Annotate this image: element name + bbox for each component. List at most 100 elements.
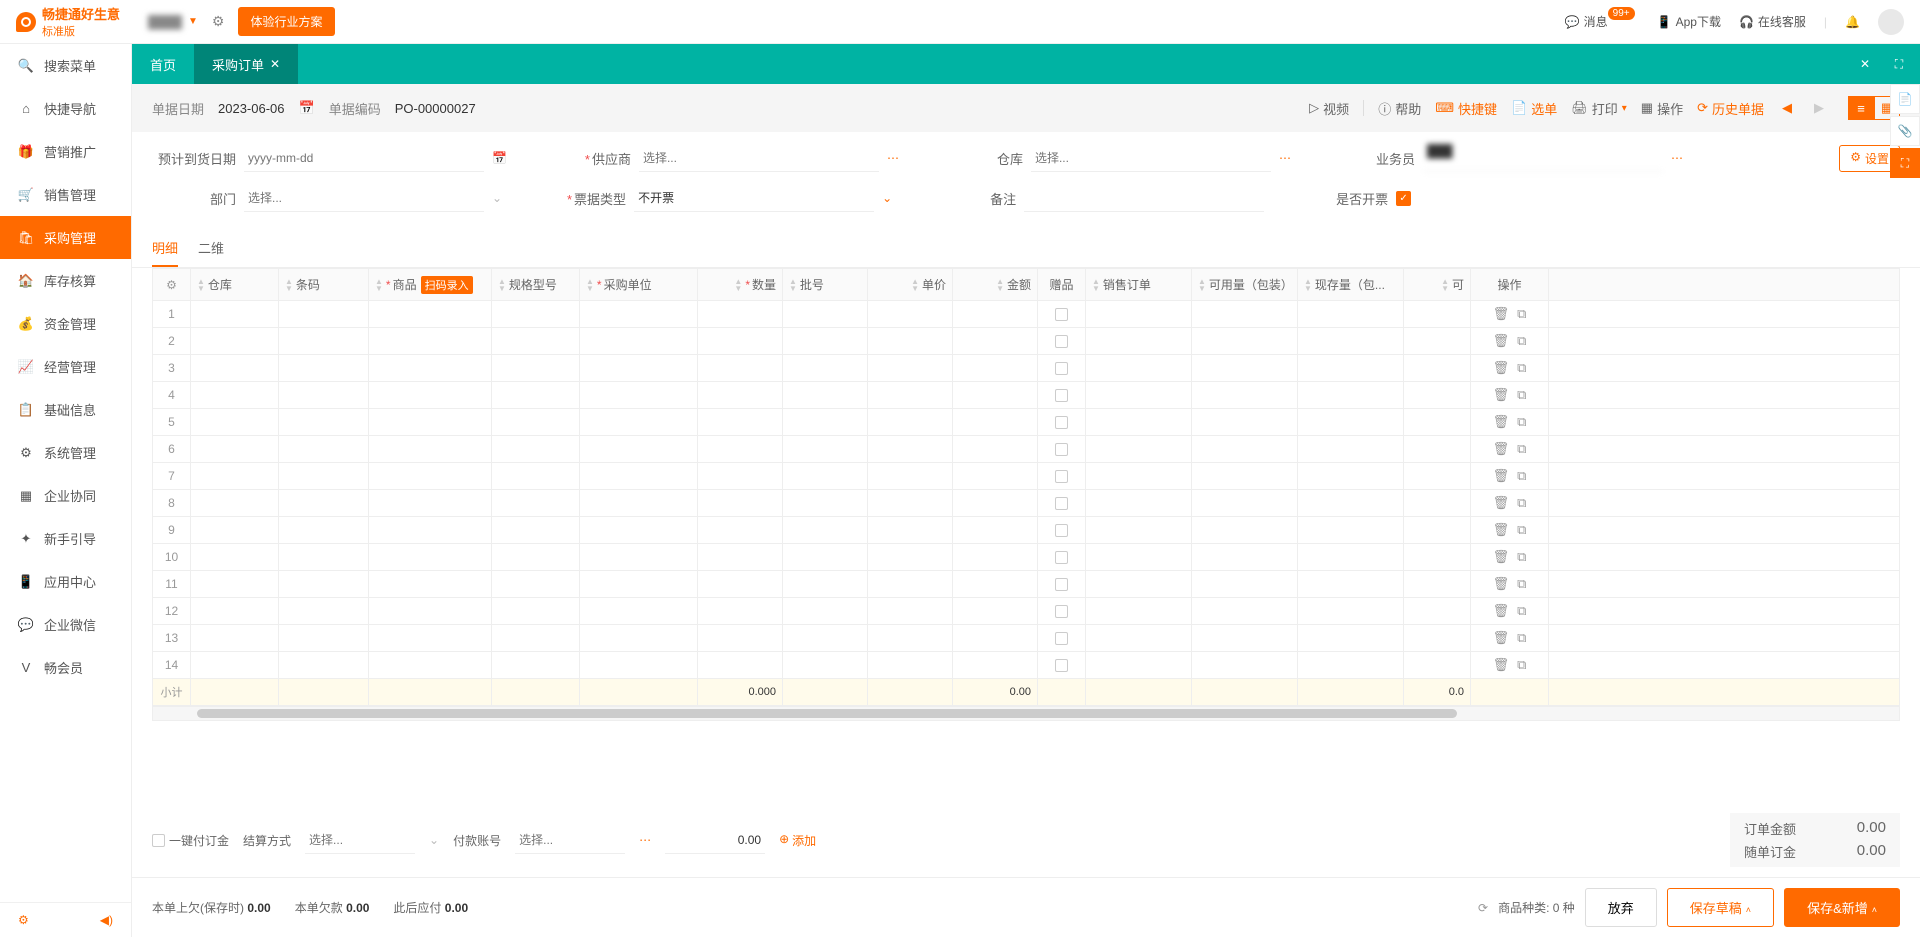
more-icon[interactable]: ⋯ <box>887 151 899 165</box>
tenant-settings-icon[interactable]: ⚙ <box>212 13 225 30</box>
table-row[interactable]: 9🗑⧉ <box>153 517 1899 544</box>
close-icon[interactable]: ✕ <box>270 57 280 71</box>
delete-row-icon[interactable]: 🗑 <box>1493 306 1510 322</box>
table-row[interactable]: 10🗑⧉ <box>153 544 1899 571</box>
delete-row-icon[interactable]: 🗑 <box>1493 603 1510 619</box>
sidebar-item-10[interactable]: ▦企业协同 <box>0 474 131 517</box>
copy-row-icon[interactable]: ⧉ <box>1517 549 1526 565</box>
col-sales-order[interactable]: ▲▼销售订单 <box>1086 269 1192 300</box>
delete-row-icon[interactable]: 🗑 <box>1493 495 1510 511</box>
refresh-icon[interactable]: ⟳ <box>1478 901 1488 915</box>
col-can[interactable]: ▲▼可 <box>1404 269 1471 300</box>
sidebar-item-13[interactable]: 💬企业微信 <box>0 603 131 646</box>
sidebar-item-9[interactable]: ⚙系统管理 <box>0 431 131 474</box>
sidebar-item-14[interactable]: V畅会员 <box>0 646 131 689</box>
help-action[interactable]: ⓘ帮助 <box>1378 99 1421 118</box>
col-price[interactable]: ▲▼单价 <box>868 269 953 300</box>
copy-row-icon[interactable]: ⧉ <box>1517 657 1526 673</box>
col-batch[interactable]: ▲▼批号 <box>783 269 868 300</box>
messages[interactable]: 💬 消息 99+ <box>1565 13 1639 30</box>
col-unit[interactable]: ▲▼*采购单位 <box>580 269 698 300</box>
table-row[interactable]: 11🗑⧉ <box>153 571 1899 598</box>
arrive-date-input[interactable] <box>244 144 484 172</box>
col-amount[interactable]: ▲▼金额 <box>953 269 1038 300</box>
chevron-down-icon[interactable]: ⌄ <box>492 191 502 205</box>
save-draft-button[interactable]: 保存草稿˄ <box>1667 888 1774 927</box>
table-row[interactable]: 13🗑⧉ <box>153 625 1899 652</box>
sidebar-item-0[interactable]: 🔍搜索菜单 <box>0 44 131 87</box>
delete-row-icon[interactable]: 🗑 <box>1493 576 1510 592</box>
col-gift[interactable]: 赠品 <box>1038 269 1086 300</box>
open-invoice-checkbox[interactable]: ✓ <box>1396 191 1411 206</box>
online-service[interactable]: 🎧在线客服 <box>1739 13 1806 30</box>
select-doc-action[interactable]: 📄选单 <box>1511 99 1557 118</box>
avatar[interactable] <box>1878 9 1904 35</box>
copy-row-icon[interactable]: ⧉ <box>1517 441 1526 457</box>
settings-gear-icon[interactable]: ⚙ <box>18 913 29 927</box>
col-barcode[interactable]: ▲▼条码 <box>279 269 369 300</box>
copy-row-icon[interactable]: ⧉ <box>1517 468 1526 484</box>
col-spec[interactable]: ▲▼规格型号 <box>492 269 580 300</box>
table-row[interactable]: 14🗑⧉ <box>153 652 1899 679</box>
copy-row-icon[interactable]: ⧉ <box>1517 603 1526 619</box>
scan-badge[interactable]: 扫码录入 <box>421 276 473 294</box>
tab-close-all-icon[interactable]: ✕ <box>1850 49 1880 79</box>
more-icon[interactable]: ⋯ <box>1279 151 1291 165</box>
sidebar-item-11[interactable]: ✦新手引导 <box>0 517 131 560</box>
add-pay-button[interactable]: ⊕添加 <box>779 832 816 849</box>
sidebar-item-12[interactable]: 📱应用中心 <box>0 560 131 603</box>
dept-select[interactable] <box>244 184 484 212</box>
warehouse-select[interactable] <box>1031 144 1271 172</box>
delete-row-icon[interactable]: 🗑 <box>1493 333 1510 349</box>
sidebar-item-2[interactable]: 🎁营销推广 <box>0 130 131 173</box>
more-icon[interactable]: ⋯ <box>639 833 651 847</box>
delete-row-icon[interactable]: 🗑 <box>1493 522 1510 538</box>
table-row[interactable]: 6🗑⧉ <box>153 436 1899 463</box>
detail-tab-lines[interactable]: 明细 <box>152 230 178 267</box>
grid-settings-icon[interactable]: ⚙ <box>153 269 191 300</box>
col-qty[interactable]: ▲▼*数量 <box>698 269 783 300</box>
col-stock[interactable]: ▲▼现存量（包... <box>1298 269 1404 300</box>
sidebar-item-8[interactable]: 📋基础信息 <box>0 388 131 431</box>
app-download[interactable]: 📱App下载 <box>1657 13 1721 30</box>
table-row[interactable]: 1🗑⧉ <box>153 301 1899 328</box>
sidebar-item-7[interactable]: 📈经营管理 <box>0 345 131 388</box>
tenant-select[interactable]: ████ ▼ <box>148 15 198 29</box>
notify-icon[interactable]: 🔔 <box>1845 15 1860 29</box>
delete-row-icon[interactable]: 🗑 <box>1493 441 1510 457</box>
next-doc-icon[interactable]: ▶ <box>1810 100 1828 116</box>
rail-note-icon[interactable]: 📄 <box>1890 84 1920 114</box>
pay-amount-input[interactable] <box>665 826 765 854</box>
copy-row-icon[interactable]: ⧉ <box>1517 360 1526 376</box>
ops-action[interactable]: ▦操作 <box>1641 99 1683 118</box>
delete-row-icon[interactable]: 🗑 <box>1493 414 1510 430</box>
discard-button[interactable]: 放弃 <box>1585 888 1657 927</box>
copy-row-icon[interactable]: ⧉ <box>1517 522 1526 538</box>
detail-tab-matrix[interactable]: 二维 <box>198 230 224 267</box>
copy-row-icon[interactable]: ⧉ <box>1517 306 1526 322</box>
save-new-button[interactable]: 保存&新增˄ <box>1784 888 1900 927</box>
table-row[interactable]: 4🗑⧉ <box>153 382 1899 409</box>
table-row[interactable]: 3🗑⧉ <box>153 355 1899 382</box>
table-row[interactable]: 8🗑⧉ <box>153 490 1899 517</box>
delete-row-icon[interactable]: 🗑 <box>1493 549 1510 565</box>
copy-row-icon[interactable]: ⧉ <box>1517 414 1526 430</box>
table-row[interactable]: 12🗑⧉ <box>153 598 1899 625</box>
calendar-icon[interactable]: 📅 <box>492 151 507 165</box>
more-icon[interactable]: ⋯ <box>1671 151 1683 165</box>
history-action[interactable]: ⟳历史单据 <box>1697 99 1764 118</box>
delete-row-icon[interactable]: 🗑 <box>1493 468 1510 484</box>
sidebar-item-1[interactable]: ⌂快捷导航 <box>0 87 131 130</box>
col-available[interactable]: ▲▼可用量（包装） <box>1192 269 1298 300</box>
table-row[interactable]: 5🗑⧉ <box>153 409 1899 436</box>
try-industry-button[interactable]: 体验行业方案 <box>238 7 334 36</box>
sidebar-item-4[interactable]: 🛍采购管理 <box>0 216 131 259</box>
rail-attach-icon[interactable]: 📎 <box>1890 116 1920 146</box>
tab-1[interactable]: 采购订单✕ <box>194 44 298 84</box>
copy-row-icon[interactable]: ⧉ <box>1517 630 1526 646</box>
table-row[interactable]: 2🗑⧉ <box>153 328 1899 355</box>
delete-row-icon[interactable]: 🗑 <box>1493 630 1510 646</box>
remark-input[interactable] <box>1024 184 1264 212</box>
salesman-value[interactable]: ███ <box>1423 144 1663 172</box>
supplier-select[interactable] <box>639 144 879 172</box>
